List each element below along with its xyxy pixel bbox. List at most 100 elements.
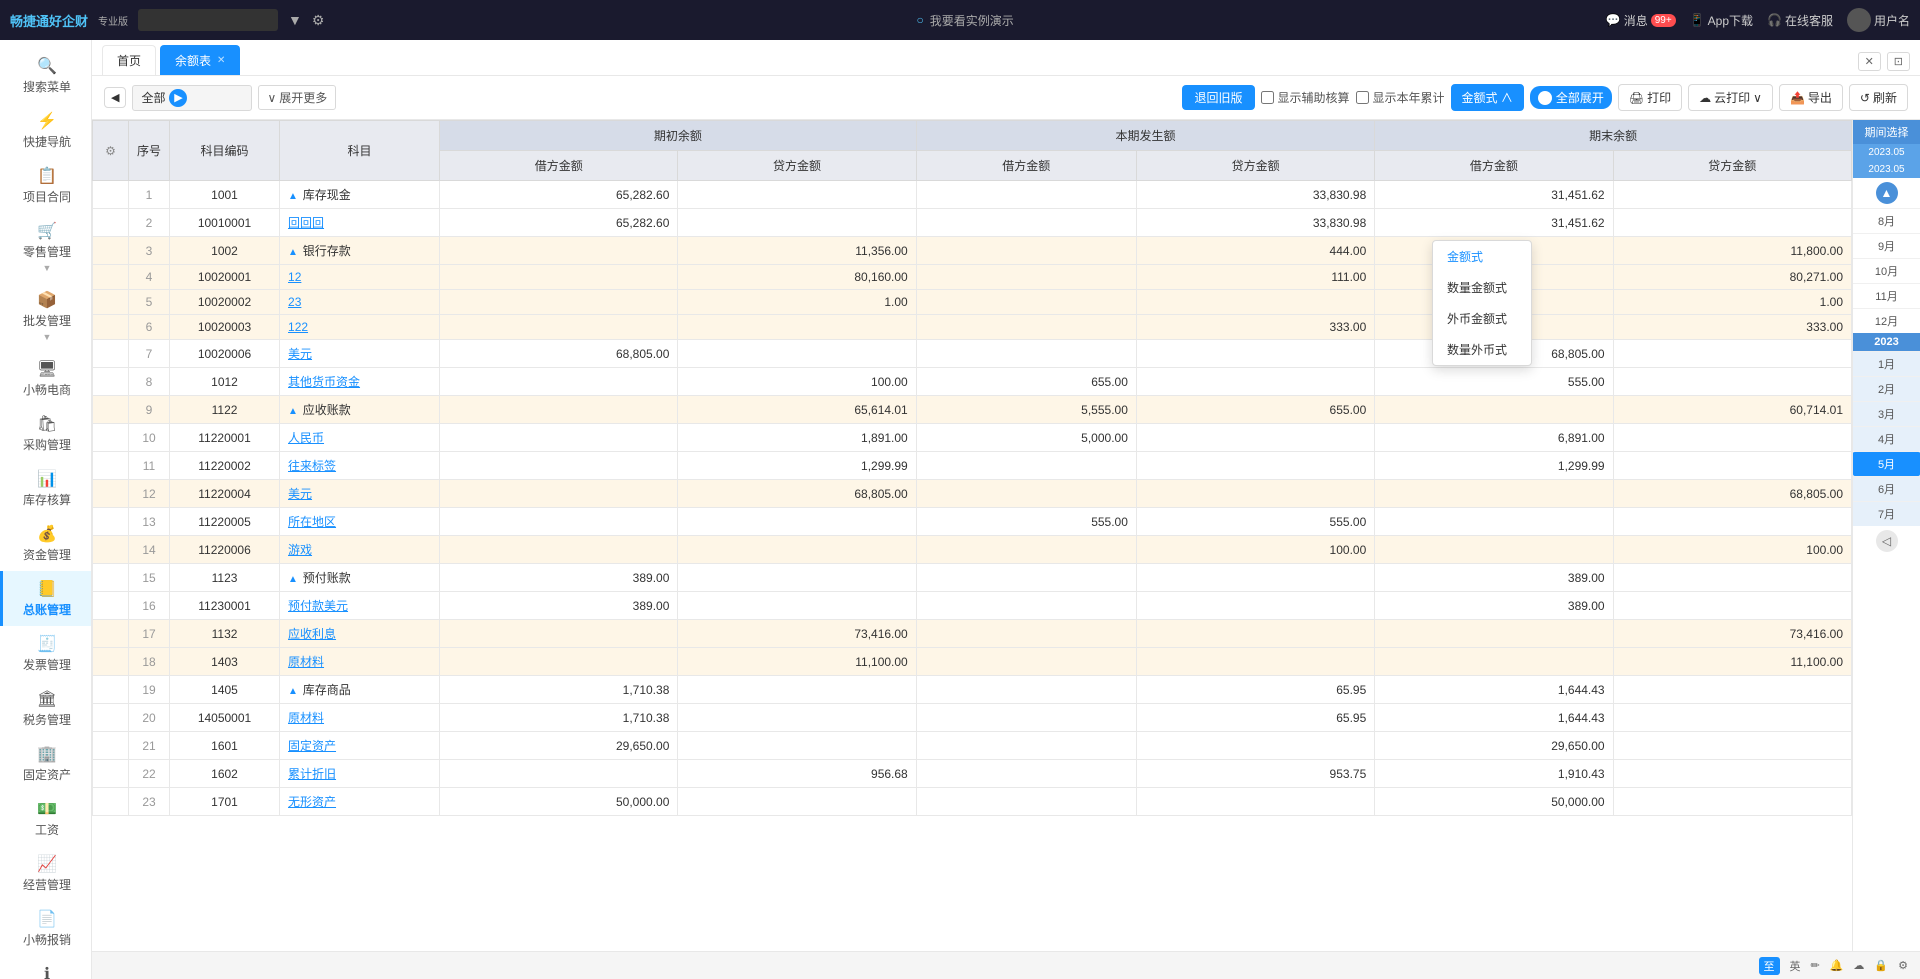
row-name-label[interactable]: 无形资产 — [288, 795, 336, 809]
expand-all-toggle[interactable]: 全部展开 — [1530, 86, 1612, 109]
ytd-check[interactable] — [1356, 91, 1369, 104]
month-nov[interactable]: 11月 — [1853, 283, 1920, 308]
row-name-cell[interactable]: 累计折旧 — [280, 760, 440, 788]
status-item-bell[interactable]: 🔔 — [1830, 959, 1844, 972]
row-name-cell[interactable]: 原材料 — [280, 704, 440, 732]
mode-dropdown[interactable]: 金额式 数量金额式 外币金额式 数量外币式 — [1432, 240, 1532, 366]
sidebar-item-ecommerce[interactable]: 🖥 小畅电商 — [0, 351, 91, 406]
sidebar-item-quicknav[interactable]: ⚡ 快捷导航 — [0, 103, 91, 158]
row-name-cell[interactable]: 122 — [280, 315, 440, 340]
cloud-print-btn[interactable]: ☁ 云打印 ∨ — [1688, 84, 1773, 111]
sidebar-item-retail[interactable]: 🛒 零售管理 ▼ — [0, 213, 91, 282]
sidebar-item-tax[interactable]: 🏛 税务管理 — [0, 681, 91, 736]
expand-arrow-icon[interactable]: ▲ — [288, 406, 301, 417]
status-item-1[interactable]: 至 — [1759, 957, 1780, 975]
row-name-cell[interactable]: 预付款美元 — [280, 592, 440, 620]
nav-up-btn[interactable]: ▲ — [1876, 182, 1898, 204]
row-name-label[interactable]: 原材料 — [288, 655, 324, 669]
row-name-cell[interactable]: 美元 — [280, 340, 440, 368]
status-item-lock[interactable]: 🔒 — [1874, 959, 1888, 972]
sidebar-item-wholesale[interactable]: 📦 批发管理 ▼ — [0, 282, 91, 351]
row-name-label[interactable]: 所在地区 — [288, 515, 336, 529]
row-name-cell[interactable]: 原材料 — [280, 648, 440, 676]
row-name-cell[interactable]: 12 — [280, 265, 440, 290]
period-2023-05-end[interactable]: 2023.05 — [1853, 161, 1920, 178]
sidebar-item-capital[interactable]: 💰 资金管理 — [0, 516, 91, 571]
row-name-cell[interactable]: 往来标签 — [280, 452, 440, 480]
expand-arrow-icon[interactable]: ▲ — [288, 191, 301, 202]
user-avatar-btn[interactable]: 用户名 — [1847, 8, 1910, 32]
row-name-cell[interactable]: 固定资产 — [280, 732, 440, 760]
row-name-cell[interactable]: 应收利息 — [280, 620, 440, 648]
status-item-gear[interactable]: ⚙ — [1898, 959, 1908, 972]
row-name-cell[interactable]: 回回回 — [280, 209, 440, 237]
messages-btn[interactable]: 💬 消息 99+ — [1606, 12, 1676, 29]
dropdown-item-amount[interactable]: 金额式 — [1433, 241, 1531, 272]
sidebar-item-assets[interactable]: 🏢 固定资产 — [0, 736, 91, 791]
month-sep[interactable]: 9月 — [1853, 233, 1920, 258]
row-name-label[interactable]: 应收利息 — [288, 627, 336, 641]
row-name-label[interactable]: 其他货币资金 — [288, 375, 360, 389]
row-name-label[interactable]: 12 — [288, 270, 301, 284]
sidebar-item-inventory[interactable]: 📊 库存核算 — [0, 461, 91, 516]
breadcrumb-arrow-btn[interactable]: ▶ — [169, 89, 187, 107]
month-aug[interactable]: 8月 — [1853, 208, 1920, 233]
row-name-label[interactable]: 游戏 — [288, 543, 312, 557]
month-may[interactable]: 5月 — [1853, 451, 1920, 476]
month-mar[interactable]: 3月 — [1853, 401, 1920, 426]
tab-balance[interactable]: 余额表 ✕ — [160, 45, 240, 75]
expand-more-btn[interactable]: ∨ 展开更多 — [258, 85, 336, 110]
status-item-cloud[interactable]: ☁ — [1853, 959, 1864, 972]
row-name-label[interactable]: 美元 — [288, 487, 312, 501]
settings-icon[interactable]: ⚙ — [312, 12, 325, 29]
search-bar[interactable] — [138, 9, 278, 31]
status-item-2[interactable]: 英 — [1790, 958, 1801, 974]
row-name-label[interactable]: 23 — [288, 295, 301, 309]
expand-arrow-icon[interactable]: ▲ — [288, 247, 301, 258]
demo-link-area[interactable]: ○ 我要看实例演示 — [916, 12, 1013, 29]
refresh-btn[interactable]: ↺ 刷新 — [1849, 84, 1908, 111]
expand-arrow-icon[interactable]: ▲ — [288, 574, 301, 585]
app-download-btn[interactable]: 📱 App下载 — [1690, 12, 1753, 29]
month-feb[interactable]: 2月 — [1853, 376, 1920, 401]
sidebar-item-project[interactable]: 📋 项目合同 — [0, 158, 91, 213]
month-oct[interactable]: 10月 — [1853, 258, 1920, 283]
dropdown-item-qty-foreign[interactable]: 数量外币式 — [1433, 334, 1531, 365]
sidebar-item-salary[interactable]: 💵 工资 — [0, 791, 91, 846]
row-name-cell[interactable]: 人民币 — [280, 424, 440, 452]
right-panel-header[interactable]: 期间选择 — [1853, 120, 1920, 144]
row-name-cell[interactable]: ▲ 应收账款 — [280, 396, 440, 424]
expand-arrow-icon[interactable]: ▲ — [288, 686, 301, 697]
row-name-label[interactable]: 预付款美元 — [288, 599, 348, 613]
row-name-cell[interactable]: ▲ 库存现金 — [280, 181, 440, 209]
status-item-pencil[interactable]: ✏ — [1811, 959, 1820, 972]
tab-bar-expand-btn[interactable]: ⊡ — [1887, 52, 1910, 71]
period-2023-05-start[interactable]: 2023.05 — [1853, 144, 1920, 161]
row-name-cell[interactable]: 所在地区 — [280, 508, 440, 536]
row-name-label[interactable]: 固定资产 — [288, 739, 336, 753]
sidebar-item-accounting[interactable]: 📒 总账管理 — [0, 571, 91, 626]
print-btn[interactable]: 🖨 打印 — [1618, 84, 1682, 111]
auxiliary-check[interactable] — [1261, 91, 1274, 104]
row-name-label[interactable]: 美元 — [288, 347, 312, 361]
return-old-btn[interactable]: 退回旧版 — [1182, 85, 1254, 110]
sidebar-item-operations[interactable]: 📈 经营管理 — [0, 846, 91, 901]
row-name-label[interactable]: 回回回 — [288, 216, 324, 230]
nav-collapse-btn[interactable]: ◁ — [1876, 530, 1898, 552]
row-name-cell[interactable]: 23 — [280, 290, 440, 315]
sidebar-item-purchase[interactable]: 🛍 采购管理 — [0, 406, 91, 461]
row-name-label[interactable]: 累计折旧 — [288, 767, 336, 781]
sidebar-item-basic[interactable]: ℹ 基础信息 — [0, 956, 91, 979]
export-btn[interactable]: 📤 导出 — [1779, 84, 1843, 111]
row-name-label[interactable]: 往来标签 — [288, 459, 336, 473]
demo-link-label[interactable]: 我要看实例演示 — [930, 12, 1014, 29]
month-dec[interactable]: 12月 — [1853, 308, 1920, 333]
month-jun[interactable]: 6月 — [1853, 476, 1920, 501]
dropdown-icon[interactable]: ▼ — [288, 12, 302, 28]
table-container[interactable]: ⚙ 序号 科目编码 科目 期初余额 本期发生额 期末余额 借方金额 贷方金额 — [92, 120, 1852, 951]
row-name-cell[interactable]: ▲ 库存商品 — [280, 676, 440, 704]
month-apr[interactable]: 4月 — [1853, 426, 1920, 451]
show-auxiliary-checkbox[interactable]: 显示辅助核算 — [1261, 89, 1350, 106]
row-name-cell[interactable]: 其他货币资金 — [280, 368, 440, 396]
settings-gear-icon[interactable]: ⚙ — [105, 144, 116, 158]
